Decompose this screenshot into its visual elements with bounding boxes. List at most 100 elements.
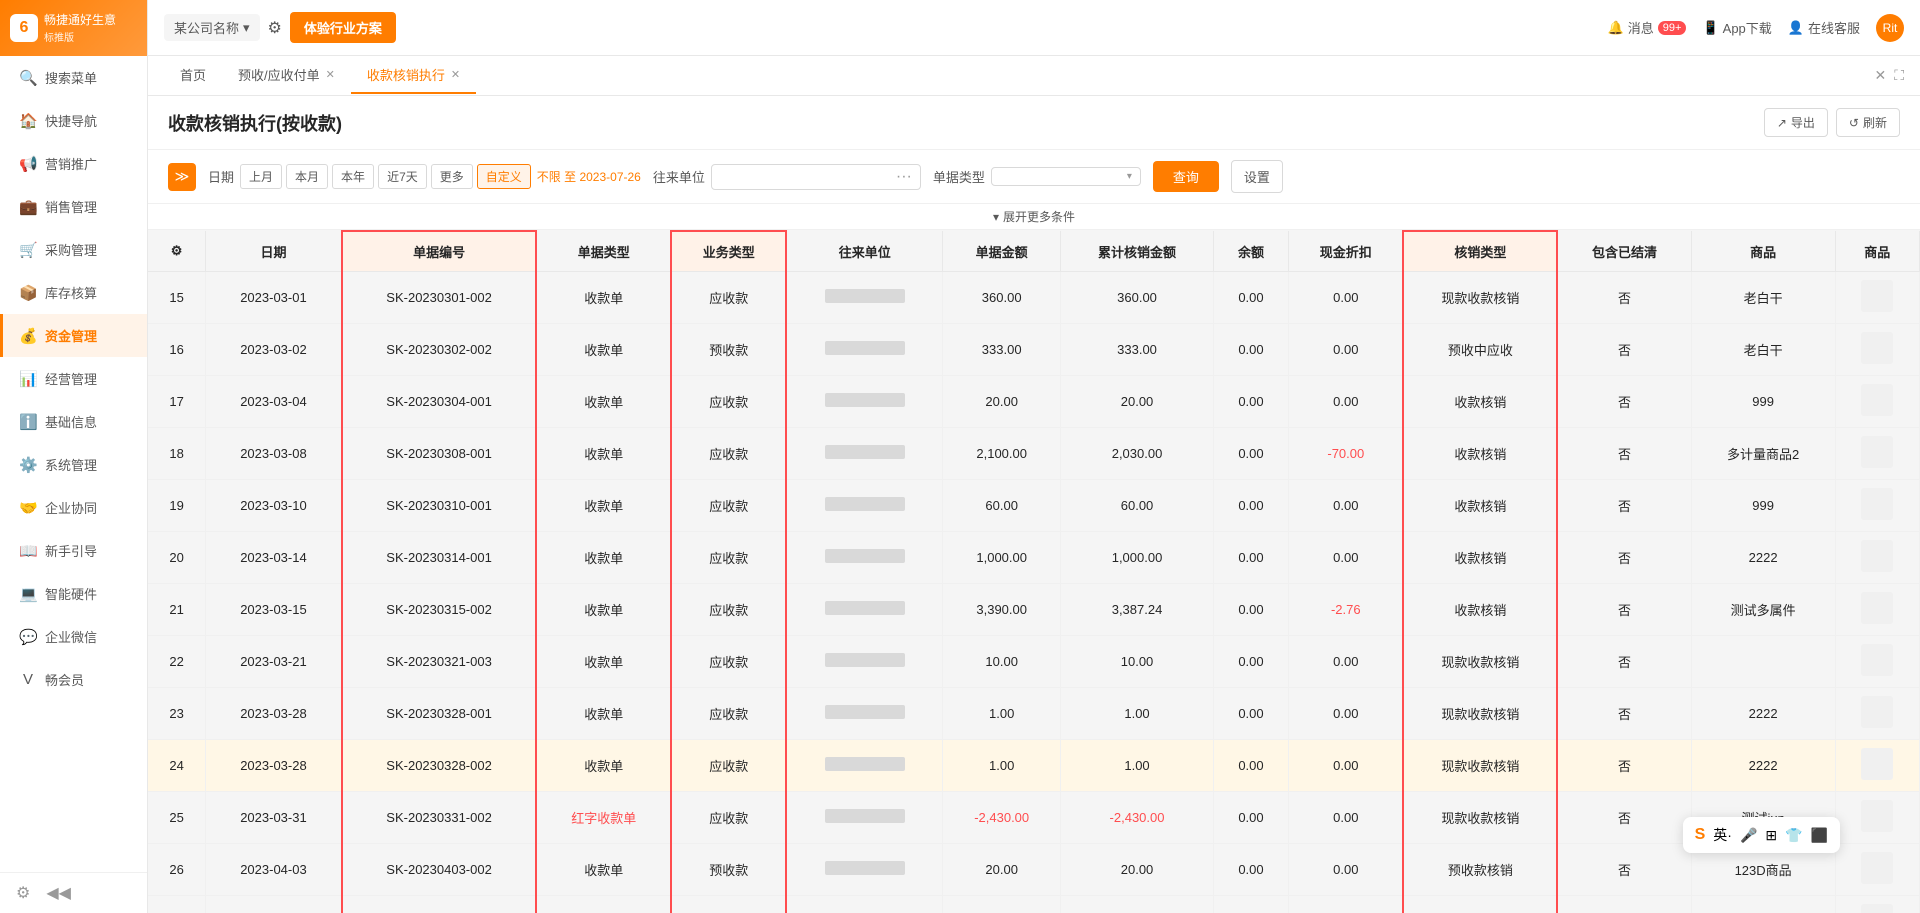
cell-goods-img: [1835, 896, 1919, 913]
cell-balance: 0.00: [1213, 740, 1288, 792]
sidebar-item-basic[interactable]: ℹ️基础信息: [0, 400, 147, 443]
doc-no-link[interactable]: SK-20230314-001: [386, 550, 492, 565]
sidebar-item-guide[interactable]: 📖新手引导: [0, 529, 147, 572]
cell-seq: 24: [148, 740, 206, 792]
export-button[interactable]: ↗ 导出: [1764, 108, 1828, 137]
doc-no-link[interactable]: SK-20230315-002: [386, 602, 492, 617]
partner-input[interactable]: [720, 169, 896, 184]
logo-subtitle: 标推版: [44, 29, 116, 44]
this-year-btn[interactable]: 本年: [332, 164, 374, 189]
doc-no-link[interactable]: SK-20230301-002: [386, 290, 492, 305]
cell-partner: [786, 532, 942, 584]
collection-close-icon[interactable]: ✕: [451, 68, 460, 81]
settings-bottom-icon[interactable]: ⚙: [16, 883, 30, 903]
sidebar-item-label-corp: 企业协同: [45, 498, 97, 517]
goods-thumbnail: [1861, 904, 1893, 913]
sidebar-item-wechat[interactable]: 💬企业微信: [0, 615, 147, 658]
cell-amount: 60.00: [943, 480, 1061, 532]
home-label: 首页: [180, 65, 206, 84]
industry-solution-button[interactable]: 体验行业方案: [290, 12, 396, 43]
sidebar-item-shortcuts[interactable]: 🏠快捷导航: [0, 99, 147, 142]
sidebar-item-corp[interactable]: 🤝 企业协同: [0, 486, 147, 529]
doc-no-link[interactable]: SK-20230403-002: [386, 862, 492, 877]
cell-biz-type: 应收款: [671, 532, 786, 584]
cell-doc-no: SK-20230302-002: [342, 324, 537, 376]
cell-balance: 0.00: [1213, 480, 1288, 532]
company-selector[interactable]: 某公司名称 ▾: [164, 14, 260, 41]
prereceipt-close-icon[interactable]: ✕: [326, 68, 335, 81]
cell-balance: 0.00: [1213, 896, 1288, 913]
table-scroll-container[interactable]: ⚙ 日期 单据编号 单据类型 业务类型 往来单位 单据金额 累计核销金额 余额 …: [148, 230, 1920, 913]
tab-maximize-icon[interactable]: ⛶: [1894, 67, 1904, 84]
doc-no-link[interactable]: SK-20230304-001: [386, 394, 492, 409]
col-goods-img: 商品: [1835, 231, 1919, 272]
cell-include-settled: 否: [1557, 740, 1691, 792]
filter-partner-group: 往来单位 ···: [653, 164, 921, 190]
filter-date-group: 日期 上月 本月 本年 近7天 更多 自定义 不限 至 2023-07-26: [208, 164, 641, 189]
col-doc-type: 单据类型: [536, 231, 671, 272]
watermark-box-icon: ⬛: [1811, 827, 1828, 844]
doc-no-link[interactable]: SK-20230302-002: [386, 342, 492, 357]
cell-cash-discount: 0.00: [1289, 324, 1404, 376]
doc-no-link[interactable]: SK-20230331-002: [386, 810, 492, 825]
sidebar-item-finance[interactable]: 💰资金管理: [0, 314, 147, 357]
doc-no-link[interactable]: SK-20230321-003: [386, 654, 492, 669]
cell-writeoff-type: 现款收款核销: [1403, 896, 1557, 913]
cell-goods-img: [1835, 844, 1919, 896]
online-service-button[interactable]: 👤 在线客服: [1788, 18, 1860, 37]
filter-toggle-button[interactable]: ≫: [168, 163, 196, 191]
cell-writeoff-type: 收款核销: [1403, 480, 1557, 532]
doctype-filter-label: 单据类型: [933, 167, 985, 186]
chevron-down-icon: ▾: [993, 210, 999, 224]
sidebar-item-search[interactable]: 🔍搜索菜单: [0, 56, 147, 99]
cell-doc-no: SK-20230304-001: [342, 376, 537, 428]
date-quick-options: 上月 本月 本年 近7天 更多 自定义: [240, 164, 531, 189]
cell-doc-type: 收款单: [536, 740, 671, 792]
cell-include-settled: 否: [1557, 584, 1691, 636]
date-filter-label: 日期: [208, 167, 234, 186]
tab-collection[interactable]: 收款核销执行 ✕: [351, 57, 476, 94]
sidebar-item-system[interactable]: ⚙️系统管理: [0, 443, 147, 486]
doc-no-link[interactable]: SK-20230328-001: [386, 706, 492, 721]
settings-icon[interactable]: ⚙: [268, 18, 282, 38]
sidebar-item-sales[interactable]: 💼销售管理: [0, 185, 147, 228]
collapse-icon[interactable]: ◀◀: [46, 883, 71, 903]
sidebar-item-purchase[interactable]: 🛒采购管理: [0, 228, 147, 271]
doctype-select[interactable]: ▾: [991, 167, 1141, 186]
cell-doc-type: 收款单: [536, 844, 671, 896]
cell-include-settled: 否: [1557, 480, 1691, 532]
doc-no-link[interactable]: SK-20230308-001: [386, 446, 492, 461]
filter-setting-button[interactable]: 设置: [1231, 160, 1283, 193]
sidebar-item-inventory[interactable]: 📦库存核算: [0, 271, 147, 314]
tab-prereceipt[interactable]: 预收/应收付单 ✕: [222, 57, 351, 94]
last-7days-btn[interactable]: 近7天: [378, 164, 427, 189]
refresh-button[interactable]: ↺ 刷新: [1836, 108, 1900, 137]
this-month-btn[interactable]: 本月: [286, 164, 328, 189]
app-download-button[interactable]: 📱 App下载: [1702, 18, 1771, 37]
cell-amount: 20.00: [943, 844, 1061, 896]
corp-icon: 🤝: [19, 499, 37, 517]
last-month-btn[interactable]: 上月: [240, 164, 282, 189]
doc-no-link[interactable]: SK-20230328-002: [386, 758, 492, 773]
cell-cash-discount: -70.00: [1289, 428, 1404, 480]
partner-dots-icon[interactable]: ···: [896, 168, 912, 186]
sidebar-item-hardware[interactable]: 💻智能硬件: [0, 572, 147, 615]
expand-conditions-button[interactable]: ▾ 展开更多条件: [993, 208, 1075, 225]
cell-amount: 2,100.00: [943, 428, 1061, 480]
custom-date-btn[interactable]: 自定义: [477, 164, 531, 189]
sidebar-item-operations[interactable]: 📊经营管理: [0, 357, 147, 400]
tab-home[interactable]: 首页: [164, 57, 222, 94]
more-date-btn[interactable]: 更多: [431, 164, 473, 189]
cell-balance: 0.00: [1213, 532, 1288, 584]
user-avatar[interactable]: Rit: [1876, 14, 1904, 42]
sidebar-item-member[interactable]: V畅会员: [0, 658, 147, 701]
doc-no-link[interactable]: SK-20230310-001: [386, 498, 492, 513]
member-icon: V: [19, 671, 37, 688]
date-range-display: 不限 至 2023-07-26: [537, 168, 641, 185]
tab-close-all-icon[interactable]: ✕: [1874, 67, 1886, 84]
messages-button[interactable]: 🔔 消息 99+: [1608, 18, 1687, 37]
query-button[interactable]: 查询: [1153, 161, 1219, 192]
cell-doc-no: SK-20230308-001: [342, 428, 537, 480]
sidebar-item-marketing[interactable]: 📢营销推广: [0, 142, 147, 185]
cell-cum-writeoff: 100.00: [1061, 896, 1213, 913]
